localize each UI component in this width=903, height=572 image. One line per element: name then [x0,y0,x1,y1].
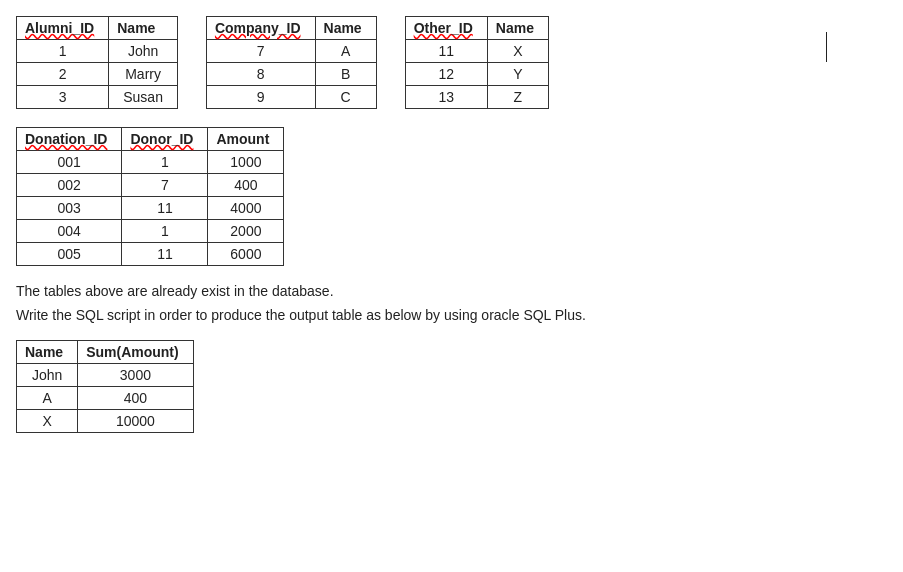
other-id-cell: 13 [405,86,487,109]
donor-id-cell: 1 [122,220,208,243]
amount-cell: 6000 [208,243,284,266]
company-name-cell: C [315,86,376,109]
other-name-label: Name [496,20,534,36]
table-row: 13Z [405,86,548,109]
company-id-header: Company_ID [206,17,315,40]
output-sum-header: Sum(Amount) [78,340,194,363]
output-sum-cell: 10000 [78,409,194,432]
table-row: 1John [17,40,178,63]
company-name-header: Name [315,17,376,40]
table-row: 3Susan [17,86,178,109]
other-id-label: Other_ID [414,20,473,36]
page-wrapper: Alumni_ID Name 1John2Marry3Susan Company… [16,16,887,433]
vertical-bar [826,32,827,62]
donation-id-header: Donation_ID [17,128,122,151]
donor-id-cell: 7 [122,174,208,197]
company-name-cell: A [315,40,376,63]
donation-id-cell: 004 [17,220,122,243]
table-row: 00412000 [17,220,284,243]
table-row: X10000 [17,409,194,432]
alumni-name-cell: Susan [109,86,178,109]
table-row: 12Y [405,63,548,86]
donation-id-cell: 005 [17,243,122,266]
other-name-cell: Y [487,63,548,86]
company-id-cell: 9 [206,86,315,109]
company-id-cell: 8 [206,63,315,86]
donation-id-label: Donation_ID [25,131,107,147]
output-name-label: Name [25,344,63,360]
company-name-cell: B [315,63,376,86]
table-row: John3000 [17,363,194,386]
output-name-cell: A [17,386,78,409]
alumni-id-cell: 3 [17,86,109,109]
table-row: 005116000 [17,243,284,266]
alumni-id-cell: 2 [17,63,109,86]
company-name-label: Name [324,20,362,36]
alumni-name-cell: John [109,40,178,63]
company-id-label: Company_ID [215,20,301,36]
alumni-id-cell: 1 [17,40,109,63]
table-row: 7A [206,40,376,63]
donation-id-cell: 003 [17,197,122,220]
table-row: 003114000 [17,197,284,220]
amount-cell: 2000 [208,220,284,243]
alumni-name-cell: Marry [109,63,178,86]
description-line2: Write the SQL script in order to produce… [16,304,887,328]
output-sum-cell: 3000 [78,363,194,386]
donor-id-label: Donor_ID [130,131,193,147]
alumni-id-header: Alumni_ID [17,17,109,40]
table-row: 11X [405,40,548,63]
table-row: A400 [17,386,194,409]
table-row: 0027400 [17,174,284,197]
donation-id-cell: 002 [17,174,122,197]
other-name-header: Name [487,17,548,40]
output-name-header: Name [17,340,78,363]
donation-table: Donation_ID Donor_ID Amount 001110000027… [16,127,284,266]
company-id-cell: 7 [206,40,315,63]
donation-id-cell: 001 [17,151,122,174]
amount-label: Amount [216,131,269,147]
table-row: 00111000 [17,151,284,174]
bottom-tables: Donation_ID Donor_ID Amount 001110000027… [16,127,887,266]
description-line1: The tables above are already exist in th… [16,280,887,304]
output-name-cell: X [17,409,78,432]
output-name-cell: John [17,363,78,386]
table-row: 9C [206,86,376,109]
other-id-cell: 11 [405,40,487,63]
output-sum-label: Sum(Amount) [86,344,179,360]
other-name-cell: Z [487,86,548,109]
amount-header: Amount [208,128,284,151]
other-id-cell: 12 [405,63,487,86]
company-table: Company_ID Name 7A8B9C [206,16,377,109]
amount-cell: 400 [208,174,284,197]
donor-id-cell: 11 [122,243,208,266]
other-name-cell: X [487,40,548,63]
donor-id-header: Donor_ID [122,128,208,151]
output-sum-cell: 400 [78,386,194,409]
alumni-name-header: Name [109,17,178,40]
top-tables: Alumni_ID Name 1John2Marry3Susan Company… [16,16,887,109]
alumni-name-label: Name [117,20,155,36]
table-row: 2Marry [17,63,178,86]
amount-cell: 4000 [208,197,284,220]
donor-id-cell: 11 [122,197,208,220]
other-table: Other_ID Name 11X12Y13Z [405,16,549,109]
donor-id-cell: 1 [122,151,208,174]
description-block: The tables above are already exist in th… [16,280,887,328]
alumni-table: Alumni_ID Name 1John2Marry3Susan [16,16,178,109]
output-table: Name Sum(Amount) John3000A400X10000 [16,340,194,433]
amount-cell: 1000 [208,151,284,174]
alumni-id-label: Alumni_ID [25,20,94,36]
table-row: 8B [206,63,376,86]
other-id-header: Other_ID [405,17,487,40]
